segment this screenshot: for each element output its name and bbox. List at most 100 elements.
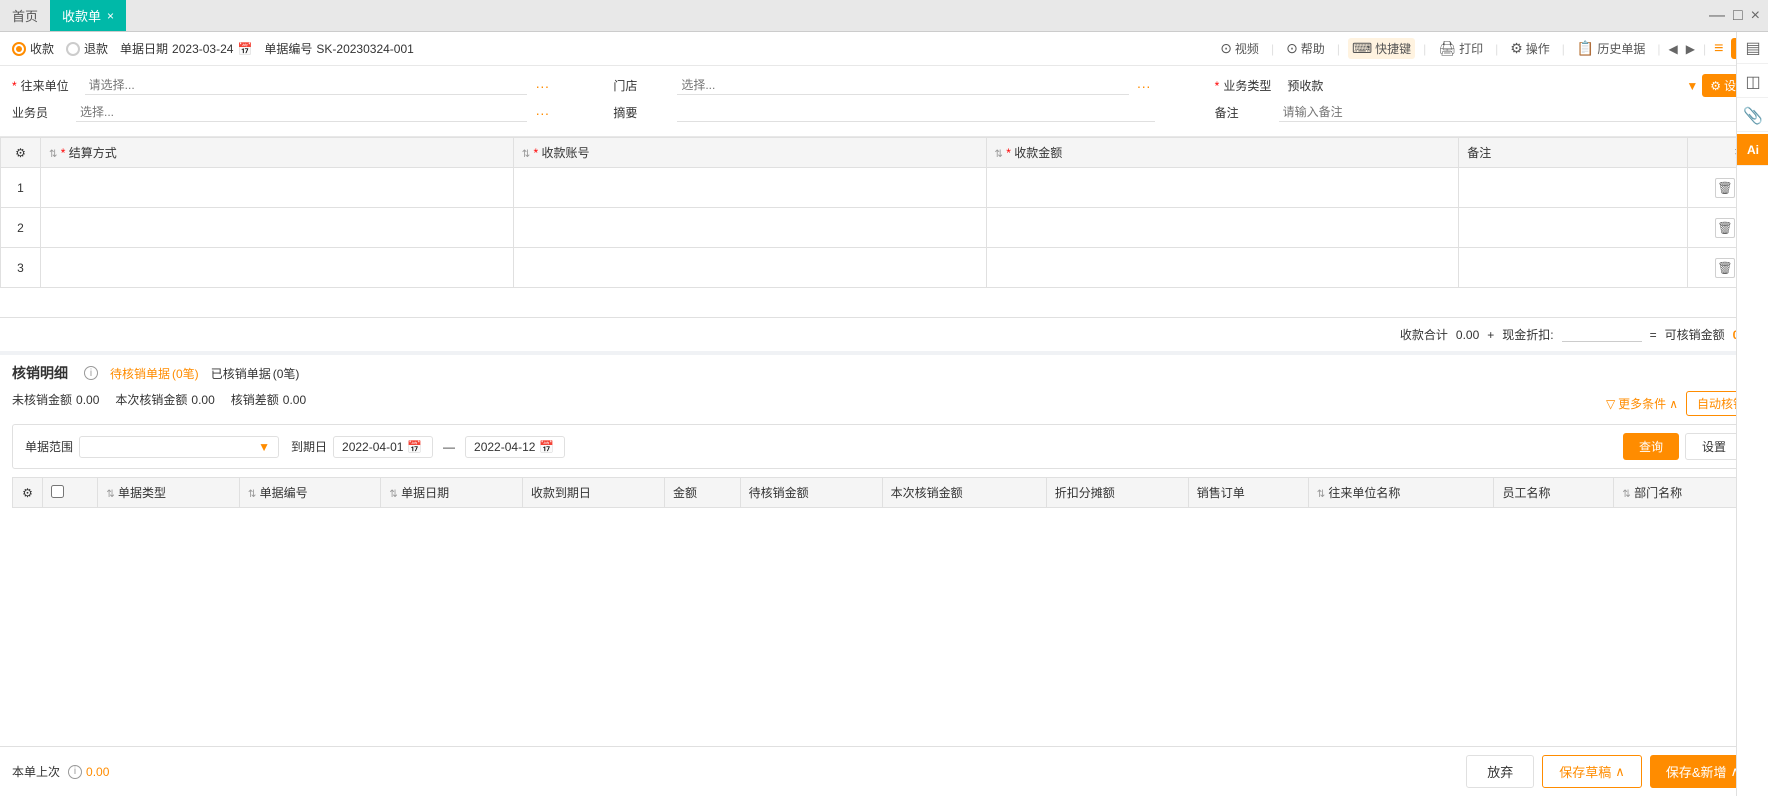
layout-icon[interactable]: ≡ (1714, 40, 1723, 58)
select-all-checkbox[interactable] (51, 485, 64, 498)
range-select[interactable]: ▼ (79, 436, 279, 458)
help-icon: ⊙ (1286, 40, 1298, 57)
row-num-2: 2 (1, 208, 41, 248)
row-num-1: 1 (1, 168, 41, 208)
row-settlement-1[interactable] (41, 168, 514, 208)
shortcut-icon: ⌨ (1352, 40, 1372, 57)
bottom-th-counterpart: ⇅ 往来单位名称 (1308, 478, 1494, 508)
verify-section: 核销明细 i 待核销单据 (0笔) 已核销单据 (0笔) 未核销金额 0.00 (0, 351, 1768, 516)
due-date-field: 到期日 2022-04-01 📅 — 2022-04-12 📅 (291, 436, 565, 458)
filter-setting-btn[interactable]: 设置 (1685, 433, 1743, 460)
sidebar-ai-icon[interactable]: Ai (1737, 134, 1768, 166)
top-toolbar: 收款 退款 单据日期 2023-03-24 📅 单据编号 SK-20230324… (0, 32, 1768, 66)
print-btn[interactable]: 🖨 打印 (1434, 38, 1487, 59)
document-icon: ◫ (1745, 72, 1760, 92)
row-delete-btn-1[interactable]: 🗑 (1715, 178, 1735, 198)
operation-btn[interactable]: ⚙ 操作 (1506, 38, 1554, 59)
row-settlement-2[interactable] (41, 208, 514, 248)
row-amount-3[interactable] (986, 248, 1459, 288)
row-account-3[interactable] (513, 248, 986, 288)
sidebar-attachment-icon[interactable]: 📎 (1737, 100, 1768, 132)
bottom-info-icon[interactable]: i (68, 765, 82, 779)
staff-input[interactable] (76, 103, 527, 122)
print-icon: 🖨 (1438, 40, 1456, 57)
row-account-1[interactable] (513, 168, 986, 208)
table-row: 1 🗑 ⊕ (1, 168, 1768, 208)
pending-tab[interactable]: 待核销单据 (0笔) (110, 365, 199, 382)
verify-stats: 未核销金额 0.00 本次核销金额 0.00 核销差额 0.00 (12, 391, 306, 408)
radio-receipt[interactable]: 收款 (12, 40, 54, 57)
summary-input[interactable] (677, 103, 1154, 122)
radio-receipt-dot (12, 42, 26, 56)
th-remark: 备注 (1459, 138, 1688, 168)
row-delete-btn-2[interactable]: 🗑 (1715, 218, 1735, 238)
table-gear-th[interactable]: ⚙ (1, 138, 41, 168)
form-row-1: * 往来单位 ··· 门店 ··· * 业务类型 预收款 ▼ (12, 74, 1756, 97)
tab-close-icon[interactable]: × (107, 9, 114, 23)
calendar-icon[interactable]: 📅 (237, 42, 252, 56)
biztype-dropdown-icon[interactable]: ▼ (1686, 79, 1698, 93)
date-end-input[interactable]: 2022-04-12 📅 (465, 436, 565, 458)
row-settlement-3[interactable] (41, 248, 514, 288)
date-start-input[interactable]: 2022-04-01 📅 (333, 436, 433, 458)
video-btn[interactable]: ⊙ 视频 (1216, 38, 1263, 59)
counterpart-input[interactable] (85, 76, 528, 95)
sidebar-doc-icon[interactable]: ◫ (1737, 66, 1768, 98)
table-row: 2 🗑 ⊕ (1, 208, 1768, 248)
receipt-type-group: 收款 退款 (12, 40, 108, 57)
video-icon: ⊙ (1220, 40, 1232, 57)
bottom-th-gear[interactable]: ⚙ (13, 478, 43, 508)
bottom-th-sales-order: 销售订单 (1188, 478, 1308, 508)
bottom-th-checkbox[interactable] (43, 478, 98, 508)
remark-input[interactable] (1279, 103, 1756, 122)
history-btn[interactable]: 📋 历史单据 (1573, 38, 1649, 59)
th-receipt-amount: ⇅ * 收款金额 (986, 138, 1459, 168)
row-amount-2[interactable] (986, 208, 1459, 248)
th-receipt-account: ⇅ * 收款账号 (513, 138, 986, 168)
table-icon: ▤ (1745, 38, 1760, 58)
window-close-icon[interactable]: × (1751, 7, 1760, 25)
discount-input[interactable] (1562, 327, 1642, 342)
tab-home[interactable]: 首页 (0, 0, 50, 31)
radio-refund[interactable]: 退款 (66, 40, 108, 57)
bottom-table-container: ⚙ ⇅ 单据类型 ⇅ 单据编号 (12, 477, 1756, 508)
help-btn[interactable]: ⊙ 帮助 (1282, 38, 1329, 59)
row-remark-3[interactable] (1459, 248, 1688, 288)
calendar-start-icon: 📅 (407, 440, 422, 454)
attachment-icon: 📎 (1743, 106, 1763, 126)
window-min-icon[interactable]: — (1709, 7, 1725, 25)
prev-icon[interactable]: ◀ (1669, 42, 1678, 56)
window-max-icon[interactable]: □ (1733, 7, 1743, 25)
save-draft-btn[interactable]: 保存草稿 ∧ (1542, 755, 1642, 788)
verify-info-icon[interactable]: i (84, 366, 98, 380)
biztype-field: * 业务类型 预收款 ▼ ⚙ 设置 (1215, 74, 1756, 97)
row-remark-2[interactable] (1459, 208, 1688, 248)
tab-receipt[interactable]: 收款单 × (50, 0, 126, 31)
toolbar-right: ⊙ 视频 | ⊙ 帮助 | ⌨ 快捷键 | 🖨 打印 | (1216, 38, 1756, 59)
query-btn[interactable]: 查询 (1623, 433, 1679, 460)
range-arrow-icon: ▼ (258, 440, 270, 454)
diff-stat: 核销差额 0.00 (231, 391, 306, 408)
more-conditions-btn[interactable]: ▽ 更多条件 ∧ (1606, 395, 1678, 412)
date-field: 单据日期 2023-03-24 📅 (120, 40, 252, 57)
row-delete-btn-3[interactable]: 🗑 (1715, 258, 1735, 278)
verify-stats-bar: 未核销金额 0.00 本次核销金额 0.00 核销差额 0.00 ▽ (12, 391, 1756, 416)
bottom-th-dept: ⇅ 部门名称 (1614, 478, 1756, 508)
shortcut-btn[interactable]: ⌨ 快捷键 (1348, 38, 1415, 59)
filter-row: 单据范围 ▼ 到期日 2022-04-01 📅 — 2022-04-12 (12, 424, 1756, 469)
sidebar-table-icon[interactable]: ▤ (1737, 32, 1768, 64)
store-more-btn[interactable]: ··· (1133, 78, 1155, 94)
row-account-2[interactable] (513, 208, 986, 248)
counterpart-more-btn[interactable]: ··· (531, 78, 553, 94)
next-icon[interactable]: ▶ (1686, 42, 1695, 56)
done-tab[interactable]: 已核销单据 (0笔) (211, 365, 300, 382)
row-remark-1[interactable] (1459, 168, 1688, 208)
operation-icon: ⚙ (1510, 40, 1523, 57)
discard-btn[interactable]: 放弃 (1466, 755, 1534, 788)
summary-field: 摘要 (613, 103, 1154, 122)
store-input[interactable] (677, 76, 1128, 95)
form-row-2: 业务员 ··· 摘要 备注 (12, 103, 1756, 122)
receipt-table: ⚙ ⇅ * 结算方式 ⇅ * 收款账号 ⇅ (0, 137, 1768, 288)
staff-more-btn[interactable]: ··· (531, 105, 553, 121)
row-amount-1[interactable] (986, 168, 1459, 208)
